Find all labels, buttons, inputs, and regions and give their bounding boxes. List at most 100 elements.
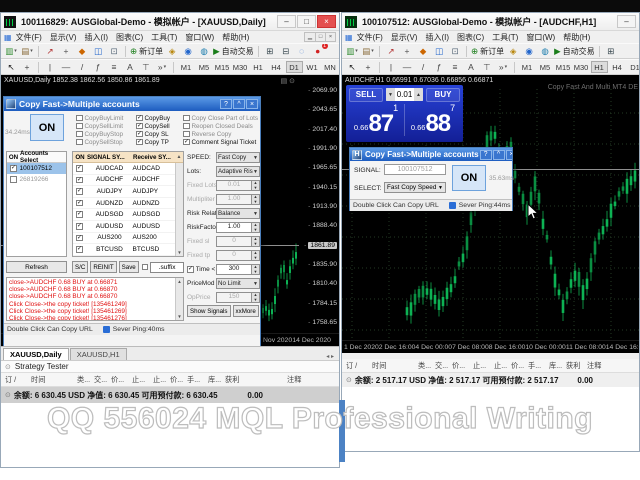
save-button[interactable]: Save xyxy=(118,261,139,273)
column-header-5[interactable]: 止... xyxy=(473,361,494,371)
toolbar-zoom-in-button[interactable]: ⊞ xyxy=(604,45,618,58)
checkbox[interactable] xyxy=(76,188,83,195)
checkbox[interactable] xyxy=(76,114,83,122)
help-button[interactable]: ? xyxy=(479,149,492,160)
option-copybuy[interactable]: CopyBuy xyxy=(136,114,182,122)
copier-on-button[interactable]: ON xyxy=(30,114,64,141)
minimize-button[interactable]: – xyxy=(617,15,636,28)
menu-help[interactable]: 帮助(H) xyxy=(563,32,590,43)
multipliter-input[interactable]: 1.00 ▲ ▼ xyxy=(216,194,260,205)
column-header-4[interactable]: 价... xyxy=(452,361,473,371)
toolbar-zoom-box-button[interactable]: ⊡ xyxy=(107,45,121,58)
time-input[interactable]: 300 ▲ ▼ xyxy=(216,264,260,275)
reinit-button[interactable]: REINIT xyxy=(90,261,117,273)
option-copyselllimit[interactable]: CopySellLimit xyxy=(76,122,134,130)
sell-price[interactable]: 0.66 87 1 xyxy=(349,102,403,138)
checkbox[interactable] xyxy=(183,122,190,130)
timeframe-m15-button[interactable]: M15 xyxy=(214,61,231,73)
xxmore-button[interactable]: xxMore xyxy=(232,305,259,317)
column-header-6[interactable]: 止... xyxy=(494,361,511,371)
menu-help[interactable]: 帮助(H) xyxy=(222,32,249,43)
checkbox[interactable] xyxy=(76,234,83,242)
symbol-row[interactable]: AUDJPY AUDJPY xyxy=(73,186,175,198)
close-button[interactable]: × xyxy=(317,15,336,28)
checkbox[interactable] xyxy=(76,138,83,146)
toolbar-shapes-tool-button[interactable]: ≡ xyxy=(107,61,121,74)
tab-xauusd-h1[interactable]: XAUUSD,H1 xyxy=(69,348,127,360)
checkbox[interactable] xyxy=(10,165,17,172)
toolbar-notifications-button[interactable]: ● 1 xyxy=(311,44,328,58)
symbol-row[interactable]: AUDCHF AUDCHF xyxy=(73,175,175,187)
spin-down-button[interactable]: ▼ xyxy=(252,255,259,261)
account-row[interactable]: 26819266 xyxy=(7,174,66,185)
suffix-input[interactable]: .suffix xyxy=(150,261,184,273)
copy-url-hint[interactable]: Double Click Can Copy URL xyxy=(7,326,93,333)
toolbar-vertical-line-tool-button[interactable]: | xyxy=(43,61,57,74)
scroll-down-icon[interactable]: ▼ xyxy=(177,250,181,255)
column-header-1[interactable]: 时间 xyxy=(372,361,418,371)
s-c-button[interactable]: S/C xyxy=(72,261,89,273)
toolbar-trendline-tool-button[interactable]: / xyxy=(75,61,89,74)
toolbar-crosshair-tool-button[interactable]: + xyxy=(20,61,34,74)
checkbox[interactable] xyxy=(183,138,190,146)
option-copysellstop[interactable]: CopySellStop xyxy=(76,138,134,146)
toolbar-shapes-tool-button[interactable]: ≡ xyxy=(448,61,462,74)
symbol-row[interactable]: AUS200 AUS200 xyxy=(73,233,175,245)
scroll-up-icon[interactable]: ▲ xyxy=(177,279,181,284)
checkbox[interactable] xyxy=(187,266,194,273)
toolbar-profiles-button[interactable]: ▤ ▾ xyxy=(361,45,375,58)
toolbar-auto-trading-button[interactable]: ▶ 自动交易 xyxy=(554,45,595,58)
menu-insert[interactable]: 插入(I) xyxy=(84,32,108,43)
timeframe-d1-button[interactable]: D1 xyxy=(285,61,303,73)
checkbox[interactable] xyxy=(136,130,143,138)
balance-row[interactable]: ⊙ 余额: 6 630.45 USD 净值: 6 630.45 可用预付款: 6… xyxy=(1,387,339,403)
column-header-10[interactable]: 获利 xyxy=(225,375,242,385)
timeframe-m1-button[interactable]: M1 xyxy=(178,61,195,73)
column-header-3[interactable]: 交... xyxy=(94,375,111,385)
risk-related-select[interactable]: Balance ▼ xyxy=(216,208,260,219)
checkbox[interactable] xyxy=(76,246,83,253)
timeframe-h1-button[interactable]: H1 xyxy=(590,61,608,73)
toolbar-web-terminal-button[interactable]: ◍ xyxy=(538,45,552,58)
toolbar-chart-shift-button[interactable]: ↗ xyxy=(384,45,398,58)
lots-select[interactable]: Adaptive Risk ▼ xyxy=(216,166,260,177)
toolbar-market-button[interactable]: ◉ xyxy=(181,45,195,58)
copier-on-button[interactable]: ON xyxy=(452,165,486,191)
log-scrollbar[interactable]: ▲ ▼ xyxy=(175,278,183,320)
mdi-close-button[interactable]: × xyxy=(325,33,335,41)
opprice-input[interactable]: 150 ▲ ▼ xyxy=(216,292,260,303)
toolbar-fibonacci-tool-button[interactable]: ƒ xyxy=(91,61,105,74)
speed-select[interactable]: Fast Copy ▼ xyxy=(216,152,260,163)
toolbar-chart-shift-button[interactable]: ↗ xyxy=(43,45,57,58)
timeframe-h4-button[interactable]: H4 xyxy=(609,61,626,73)
checkbox[interactable] xyxy=(76,176,83,184)
strategy-tester-bar[interactable]: ⊙ Strategy Tester xyxy=(1,360,339,373)
toolbar-auto-trading-button[interactable]: ▶ 自动交易 xyxy=(213,45,254,58)
toolbar-label-tool-button[interactable]: ⊤ xyxy=(480,61,494,74)
scroll-down-icon[interactable]: ▼ xyxy=(177,314,181,319)
menu-view[interactable]: 显示(V) xyxy=(50,32,77,43)
option-copy-close-part-of-lots[interactable]: Copy Close Part of Lots xyxy=(183,114,260,122)
mdi-minimize-button[interactable]: ▁ xyxy=(305,33,315,41)
suffix-checkbox[interactable] xyxy=(141,263,149,271)
column-header-6[interactable]: 止... xyxy=(153,375,170,385)
checkbox[interactable] xyxy=(10,176,17,183)
toolbar-objects-list-button[interactable]: ◆ xyxy=(416,45,430,58)
fixed-sl-input[interactable]: 0 ▲ ▼ xyxy=(216,236,260,247)
option-copybuylimit[interactable]: CopyBuyLimit xyxy=(76,114,134,122)
checkbox[interactable] xyxy=(76,122,83,130)
column-header-10[interactable]: 获利 xyxy=(566,361,583,371)
toolbar-profiles-button[interactable]: ▤ ▾ xyxy=(20,45,34,58)
toolbar-text-tool-button[interactable]: A xyxy=(464,61,478,74)
timeframe-h1-button[interactable]: H1 xyxy=(250,61,267,73)
toolbar-tile-window-button[interactable]: ◫ xyxy=(432,45,446,58)
signal-input[interactable]: 100107512 xyxy=(384,164,446,175)
spin-down-button[interactable]: ▼ xyxy=(252,227,259,233)
copier-panel-titlebar[interactable]: Copy Fast->Multiple accounts ? ^ × xyxy=(4,97,260,111)
column-header-9[interactable]: 库... xyxy=(208,375,225,385)
menu-insert[interactable]: 插入(I) xyxy=(425,32,449,43)
lot-increase-button[interactable]: ▲ xyxy=(414,88,423,101)
menu-file[interactable]: 文件(F) xyxy=(357,32,383,43)
right-titlebar[interactable]: 100107512: AUSGlobal-Demo - 模拟帐户 - [AUDC… xyxy=(342,13,639,31)
symbol-row[interactable]: AUDNZD AUDNZD xyxy=(73,198,175,210)
